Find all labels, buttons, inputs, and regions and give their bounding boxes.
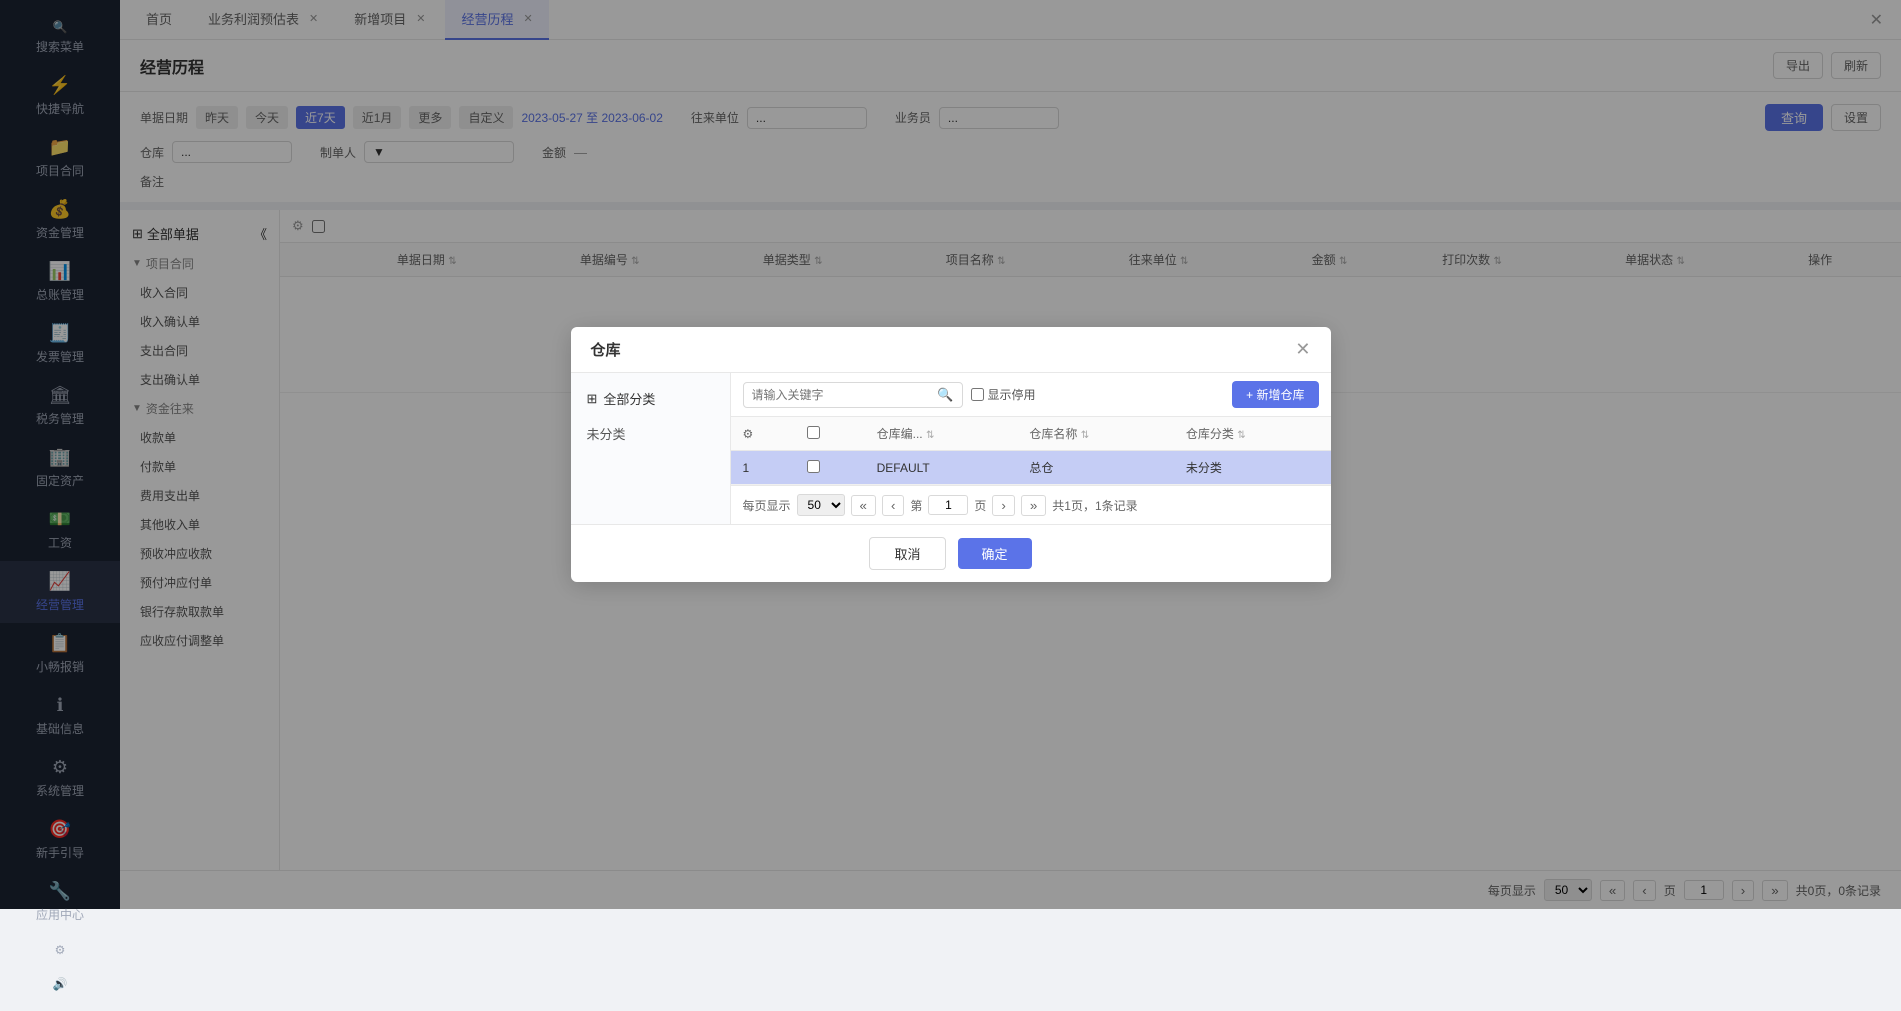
modal-right-panel: 🔍 显示停用 + 新增仓库 ⚙ [731,373,1331,524]
row-number: 1 [731,451,796,485]
modal-search-input[interactable] [752,388,934,402]
grid-small-icon: ⊞ [587,391,598,407]
modal-col-code[interactable]: 仓库编... ⇅ [865,417,1018,451]
modal-header: 仓库 ✕ [571,327,1331,373]
sidebar-settings-btn[interactable]: ⚙ [0,933,120,967]
show-disabled-checkbox[interactable] [971,388,984,401]
warehouse-table-row[interactable]: 1 DEFAULT 总仓 未分类 [731,451,1331,485]
modal-close-button[interactable]: ✕ [1295,339,1310,360]
modal-gear-icon: ⚙ [743,427,754,441]
modal-left-panel: ⊞ 全部分类 未分类 [571,373,731,524]
modal-footer: 取消 确定 [571,524,1331,582]
row-category: 未分类 [1174,451,1331,485]
cancel-button[interactable]: 取消 [869,537,945,570]
modal-all-category[interactable]: ⊞ 全部分类 [571,381,730,416]
settings-icon: ⚙ [55,943,66,957]
modal-col-category[interactable]: 仓库分类 ⇅ [1174,417,1331,451]
modal-col-name[interactable]: 仓库名称 ⇅ [1017,417,1174,451]
warehouse-table: ⚙ 仓库编... ⇅ 仓库名称 ⇅ [731,417,1331,485]
row-checkbox[interactable] [807,460,820,473]
modal-pagination-prev[interactable]: ‹ [882,495,904,516]
modal-sort-category: ⇅ [1237,430,1245,441]
modal-title: 仓库 [591,339,621,360]
modal-select-all[interactable] [807,426,820,439]
show-disabled-label[interactable]: 显示停用 [971,386,1036,403]
modal-table: ⚙ 仓库编... ⇅ 仓库名称 ⇅ [731,417,1331,485]
modal-search-icon: 🔍 [937,387,953,403]
confirm-button[interactable]: 确定 [958,538,1032,569]
modal-page-input[interactable] [928,495,968,515]
modal-col-checkbox [795,417,864,451]
row-code: DEFAULT [865,451,1018,485]
modal-body: ⊞ 全部分类 未分类 🔍 显示停用 [571,373,1331,524]
modal-pagination: 每页显示 50 « ‹ 第 页 › » 共1页，1条记录 [731,485,1331,524]
modal-unclassified[interactable]: 未分类 [571,416,730,451]
add-warehouse-button[interactable]: + 新增仓库 [1232,381,1318,408]
modal-sort-name: ⇅ [1081,430,1089,441]
sidebar-speaker-btn[interactable]: 🔊 [0,967,120,1001]
modal-col-gear[interactable]: ⚙ [731,417,796,451]
modal-toolbar: 🔍 显示停用 + 新增仓库 [731,373,1331,417]
modal-search-box[interactable]: 🔍 [743,382,963,408]
modal-pagination-first[interactable]: « [851,495,876,516]
modal-overlay[interactable]: 仓库 ✕ ⊞ 全部分类 未分类 🔍 [0,0,1901,909]
modal-pagination-next[interactable]: › [992,495,1014,516]
modal-sort-code: ⇅ [926,430,934,441]
modal-per-page-select[interactable]: 50 [797,494,845,516]
speaker-icon: 🔊 [53,977,68,991]
row-checkbox-cell [795,451,864,485]
sidebar-bottom: ⚙ 🔊 [0,933,120,1011]
warehouse-modal: 仓库 ✕ ⊞ 全部分类 未分类 🔍 [571,327,1331,582]
row-name: 总仓 [1017,451,1174,485]
modal-pagination-last[interactable]: » [1021,495,1046,516]
